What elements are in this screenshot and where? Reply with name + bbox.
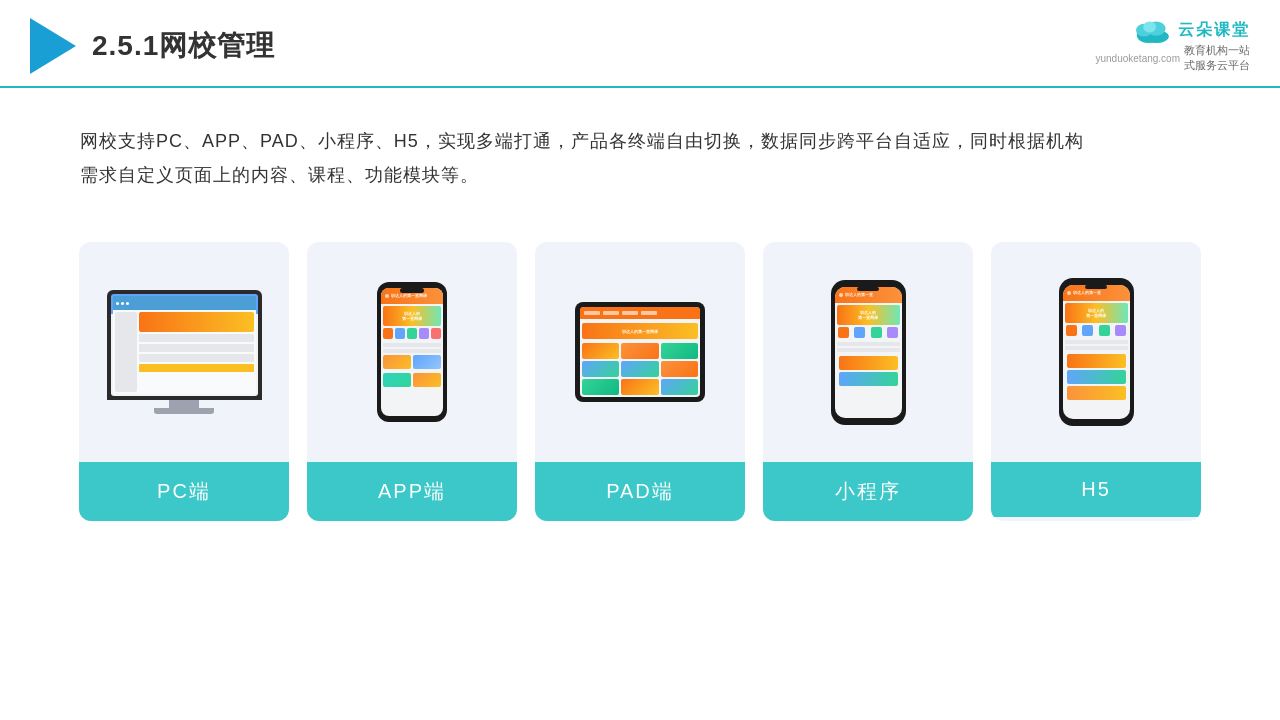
brand-logo: 云朵课堂 yunduoketang.com 教育机构一站 式服务云平台 [1095,19,1250,74]
mini-phone-mockup: 职达人的第一堂 职达人的第一堂网课 [831,280,906,425]
card-h5-image: 职达人的第一堂 职达人的第一堂网课 [991,242,1201,462]
card-pc-label: PC端 [79,462,289,521]
phone-notch [400,288,424,293]
brand-tagline: 教育机构一站 式服务云平台 [1184,43,1250,74]
tablet-mockup: 职达人的第一堂网课 [575,302,705,402]
tablet-outer: 职达人的第一堂网课 [575,302,705,402]
app-phone-mockup: 职达人的第一堂网课 职达人的第一堂网课 [377,282,447,422]
header-right: 云朵课堂 yunduoketang.com 教育机构一站 式服务云平台 [1095,19,1250,74]
brand-name: 云朵课堂 [1178,20,1250,41]
tablet-screen: 职达人的第一堂网课 [580,307,700,397]
brand-triangle-icon [30,18,76,74]
description-line1: 网校支持PC、APP、PAD、小程序、H5，实现多端打通，产品各终端自由切换，数… [80,124,1200,158]
card-app: 职达人的第一堂网课 职达人的第一堂网课 [307,242,517,521]
svg-point-4 [1143,21,1156,32]
app-phone-screen: 职达人的第一堂网课 职达人的第一堂网课 [381,288,443,416]
header-left: 2.5.1网校管理 [30,18,275,74]
description-block: 网校支持PC、APP、PAD、小程序、H5，实现多端打通，产品各终端自由切换，数… [0,88,1280,212]
card-h5: 职达人的第一堂 职达人的第一堂网课 [991,242,1201,521]
page-title: 2.5.1网校管理 [92,27,275,65]
card-app-label: APP端 [307,462,517,521]
card-pad-label: PAD端 [535,462,745,521]
card-pad: 职达人的第一堂网课 [535,242,745,521]
page-header: 2.5.1网校管理 云朵课堂 yunduoketang.com 教育机构一站 式… [0,0,1280,88]
card-pc: PC端 [79,242,289,521]
description-line2: 需求自定义页面上的内容、课程、功能模块等。 [80,158,1200,192]
pc-mockup [107,290,262,414]
card-mini-label: 小程序 [763,462,973,521]
card-pad-image: 职达人的第一堂网课 [535,242,745,462]
app-phone-outer: 职达人的第一堂网课 职达人的第一堂网课 [377,282,447,422]
h5-phone-mockup: 职达人的第一堂 职达人的第一堂网课 [1059,278,1134,426]
card-h5-label: H5 [991,462,1201,517]
pc-screen [107,290,262,400]
card-mini-image: 职达人的第一堂 职达人的第一堂网课 [763,242,973,462]
brand-logo-icon: 云朵课堂 [1132,19,1250,43]
cloud-logo-icon [1132,19,1172,43]
platform-cards: PC端 职达人的第一堂网课 职达人的第一堂网课 [0,222,1280,551]
brand-url: yunduoketang.com [1095,53,1180,64]
card-app-image: 职达人的第一堂网课 职达人的第一堂网课 [307,242,517,462]
card-mini: 职达人的第一堂 职达人的第一堂网课 [763,242,973,521]
card-pc-image [79,242,289,462]
